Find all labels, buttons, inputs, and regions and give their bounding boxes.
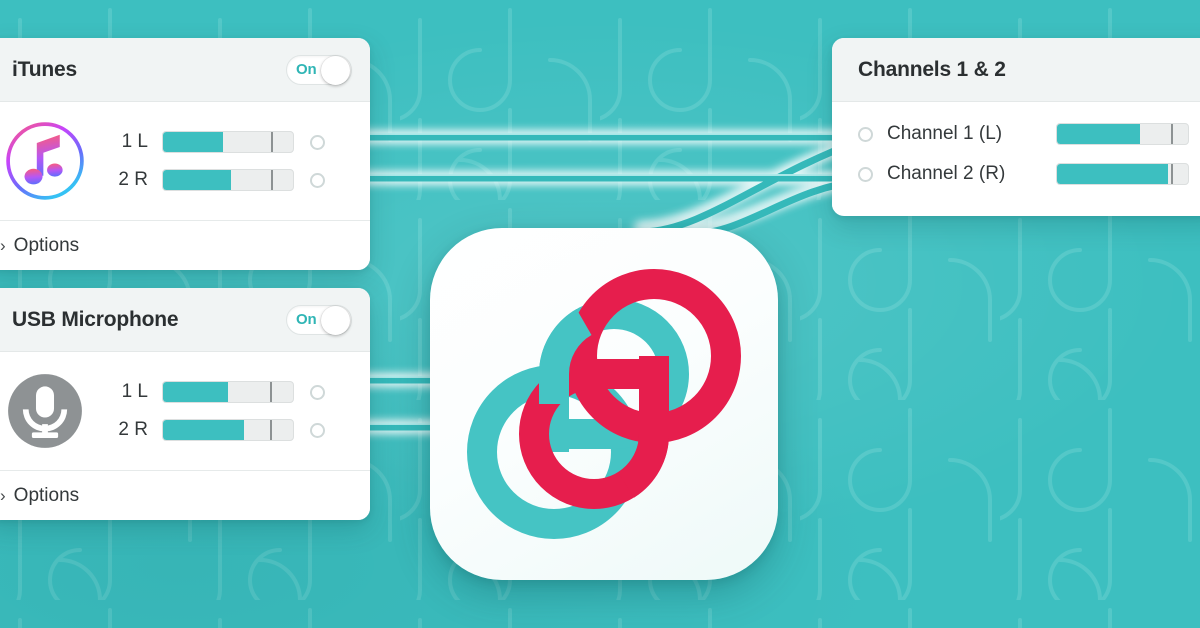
output-port-mic-1l[interactable] (310, 384, 325, 400)
channel-label: Channel 2 (R) (887, 163, 1006, 184)
panel-header: iTunes On (0, 38, 370, 102)
slider-tick (270, 170, 273, 190)
slider-tick (1170, 164, 1173, 184)
volume-slider-itunes-1l[interactable] (162, 131, 294, 153)
routing-canvas: iTunes On 1 L 2 R › Options USB Micropho… (0, 0, 1200, 628)
slider-tick (1170, 124, 1173, 144)
panel-title: USB Microphone (12, 307, 179, 331)
volume-slider-channel-2[interactable] (1056, 163, 1189, 185)
slider-fill (163, 132, 223, 152)
loopback-app-icon (467, 269, 741, 539)
channel-row[interactable]: Channel 1 (L) (832, 114, 1200, 154)
panel-body: 1 L 2 R (0, 352, 370, 470)
channel-rows: 1 L 2 R (100, 373, 370, 449)
output-port-itunes-1l[interactable] (310, 134, 325, 150)
toggle-knob[interactable] (321, 305, 350, 335)
toggle-label: On (296, 311, 317, 328)
channel-row[interactable]: 1 L (100, 123, 370, 161)
output-port-itunes-2r[interactable] (310, 172, 325, 188)
options-label: Options (13, 234, 80, 256)
panel-header: Channels 1 & 2 (832, 38, 1200, 102)
slider-fill (163, 382, 228, 402)
options-row-usb-microphone[interactable]: › Options (0, 470, 370, 520)
panel-title: iTunes (12, 57, 77, 81)
output-panel-channels[interactable]: Channels 1 & 2 Channel 1 (L) Channel 2 (… (832, 38, 1200, 216)
input-port-channel-1[interactable] (858, 126, 873, 142)
channel-label: 1 L (121, 381, 148, 402)
volume-slider-itunes-2r[interactable] (162, 169, 294, 191)
panel-header: USB Microphone On (0, 288, 370, 352)
source-panel-itunes[interactable]: iTunes On 1 L 2 R › Options (0, 38, 370, 270)
channel-row[interactable]: Channel 2 (R) (832, 154, 1200, 194)
slider-fill (1057, 164, 1169, 184)
power-toggle-itunes[interactable]: On (286, 54, 352, 85)
output-port-mic-2r[interactable] (310, 422, 325, 438)
options-label: Options (13, 484, 80, 506)
channel-row[interactable]: 2 R (100, 161, 370, 199)
channel-label: 2 R (118, 419, 148, 440)
chevron-right-icon: › (0, 486, 6, 505)
input-port-channel-2[interactable] (858, 166, 873, 182)
channel-label: 2 R (118, 169, 148, 190)
slider-fill (163, 420, 244, 440)
channel-row[interactable]: 2 R (100, 411, 370, 449)
itunes-icon (6, 122, 84, 200)
channel-rows: 1 L 2 R (100, 123, 370, 199)
power-toggle-usb-microphone[interactable]: On (286, 304, 352, 335)
channel-label: Channel 1 (L) (887, 123, 1003, 144)
microphone-icon (8, 374, 82, 448)
channel-label: 1 L (121, 131, 148, 152)
volume-slider-mic-2r[interactable] (162, 419, 294, 441)
slider-tick (270, 132, 273, 152)
toggle-label: On (296, 61, 317, 78)
panel-body: 1 L 2 R (0, 102, 370, 220)
volume-slider-channel-1[interactable] (1056, 123, 1189, 145)
volume-slider-mic-1l[interactable] (162, 381, 294, 403)
slider-fill (163, 170, 231, 190)
toggle-knob[interactable] (321, 55, 350, 85)
loopback-app-icon-card (430, 228, 778, 580)
slider-tick (269, 420, 272, 440)
panel-body: Channel 1 (L) Channel 2 (R) (832, 102, 1200, 210)
panel-title: Channels 1 & 2 (858, 57, 1006, 81)
chevron-right-icon: › (0, 236, 6, 255)
slider-fill (1057, 124, 1140, 144)
channel-row[interactable]: 1 L (100, 373, 370, 411)
source-panel-usb-microphone[interactable]: USB Microphone On 1 L 2 R › Options (0, 288, 370, 520)
options-row-itunes[interactable]: › Options (0, 220, 370, 270)
slider-tick (269, 382, 272, 402)
